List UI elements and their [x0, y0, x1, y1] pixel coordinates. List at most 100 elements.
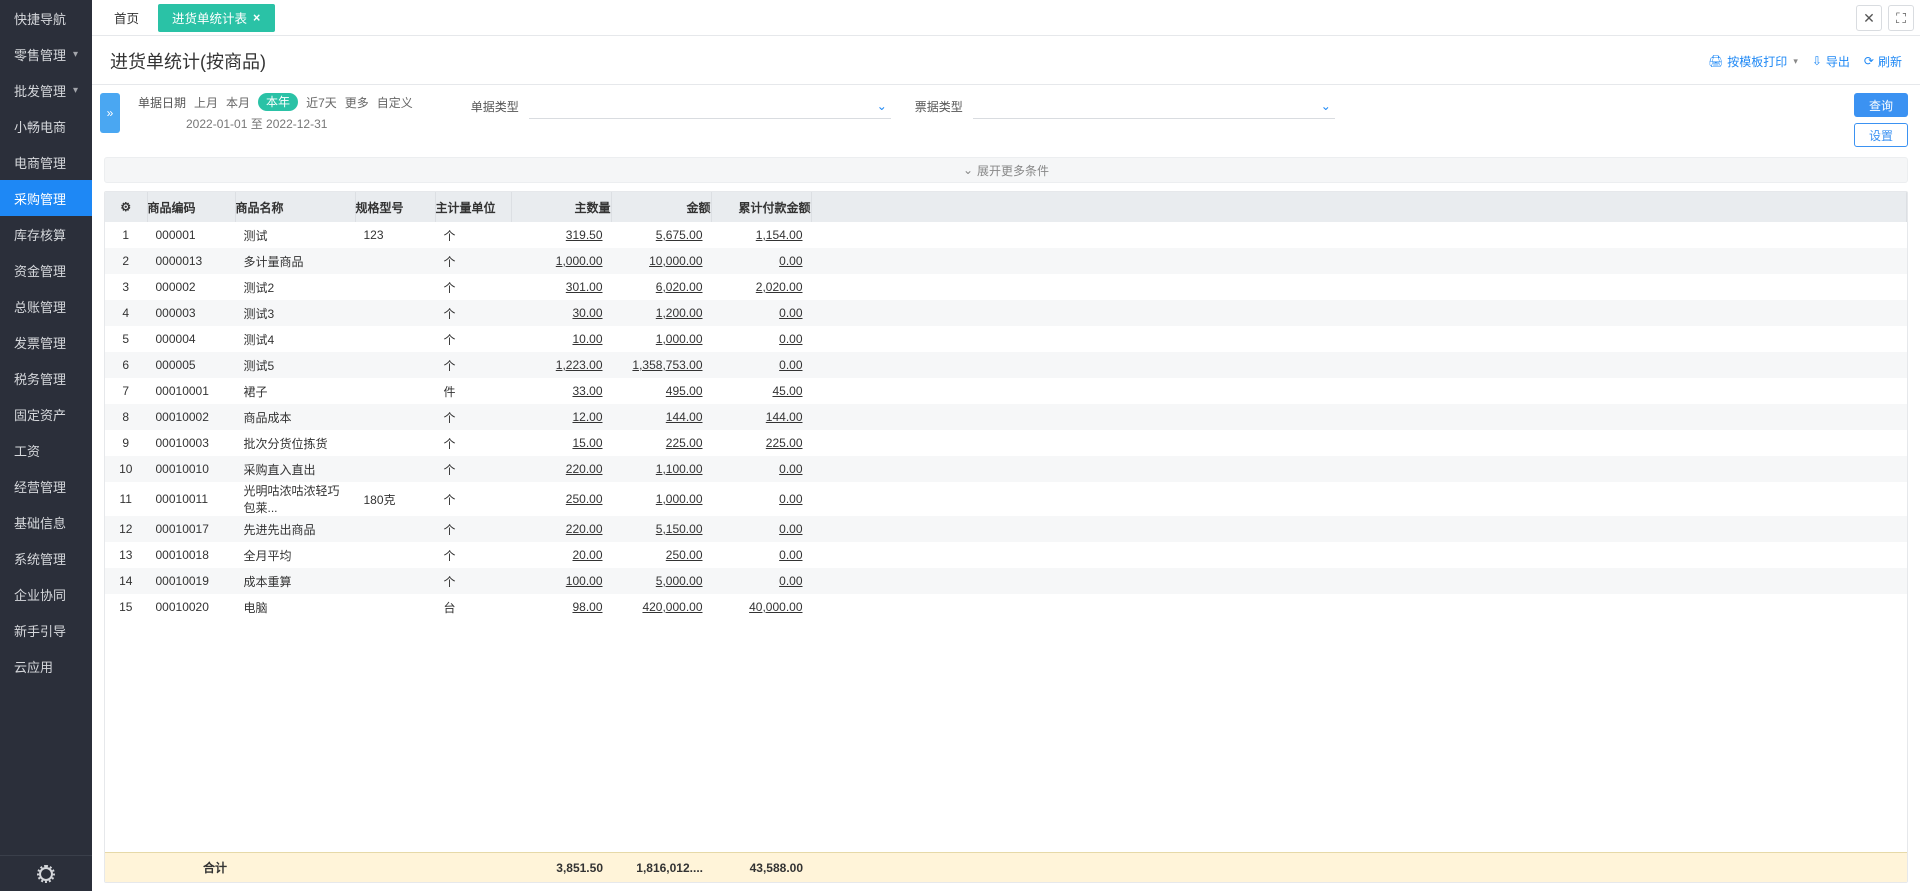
sidebar-item-17[interactable]: 新手引导	[0, 612, 92, 648]
col-header-qty[interactable]: 主数量	[511, 192, 611, 222]
table-row[interactable]: 1500010020电脑台98.00420,000.0040,000.00	[105, 594, 1907, 620]
col-header-pay[interactable]: 累计付款金额	[711, 192, 811, 222]
cell-amt[interactable]: 495.00	[666, 384, 703, 398]
cell-pay[interactable]: 0.00	[779, 522, 802, 536]
cell-qty[interactable]: 100.00	[566, 574, 603, 588]
cell-qty[interactable]: 20.00	[572, 548, 602, 562]
export-button[interactable]: ⇩ 导出	[1812, 53, 1850, 70]
cell-amt[interactable]: 5,000.00	[656, 574, 703, 588]
table-row[interactable]: 1000010010采购直入直出个220.001,100.000.00	[105, 456, 1907, 482]
cell-qty[interactable]: 30.00	[572, 306, 602, 320]
table-row[interactable]: 1000001测试123个319.505,675.001,154.00	[105, 222, 1907, 248]
query-button[interactable]: 查询	[1854, 93, 1908, 117]
sidebar-item-13[interactable]: 经营管理	[0, 468, 92, 504]
cell-amt[interactable]: 5,675.00	[656, 228, 703, 242]
sidebar-item-11[interactable]: 固定资产	[0, 396, 92, 432]
table-row[interactable]: 700010001裙子件33.00495.0045.00	[105, 378, 1907, 404]
sidebar-item-3[interactable]: 小畅电商	[0, 108, 92, 144]
cell-qty[interactable]: 98.00	[572, 600, 602, 614]
table-row[interactable]: 1300010018全月平均个20.00250.000.00	[105, 542, 1907, 568]
cell-amt[interactable]: 1,000.00	[656, 332, 703, 346]
date-range-chip-1[interactable]: 本月	[226, 94, 250, 111]
col-settings-header[interactable]: ⚙	[105, 192, 147, 222]
tab-0[interactable]: 首页	[100, 4, 154, 32]
cell-amt[interactable]: 5,150.00	[656, 522, 703, 536]
col-header-unit[interactable]: 主计量单位	[435, 192, 511, 222]
ticket-type-select[interactable]: ⌄	[973, 93, 1335, 119]
cell-pay[interactable]: 144.00	[766, 410, 803, 424]
table-row[interactable]: 6000005测试5个1,223.001,358,753.000.00	[105, 352, 1907, 378]
date-range-chip-4[interactable]: 更多	[345, 94, 369, 111]
sidebar-item-16[interactable]: 企业协同	[0, 576, 92, 612]
col-header-spec[interactable]: 规格型号	[355, 192, 435, 222]
sidebar-item-2[interactable]: 批发管理▾	[0, 72, 92, 108]
cell-qty[interactable]: 15.00	[572, 436, 602, 450]
cell-qty[interactable]: 301.00	[566, 280, 603, 294]
cell-qty[interactable]: 1,000.00	[556, 254, 603, 268]
sidebar-item-9[interactable]: 发票管理	[0, 324, 92, 360]
cell-pay[interactable]: 0.00	[779, 492, 802, 506]
table-row[interactable]: 900010003批次分货位拣货个15.00225.00225.00	[105, 430, 1907, 456]
date-range-chip-3[interactable]: 近7天	[306, 94, 337, 111]
cell-pay[interactable]: 0.00	[779, 548, 802, 562]
table-row[interactable]: 800010002商品成本个12.00144.00144.00	[105, 404, 1907, 430]
tab-1[interactable]: 进货单统计表×	[158, 4, 275, 32]
cell-qty[interactable]: 250.00	[566, 492, 603, 506]
filter-settings-button[interactable]: 设置	[1854, 123, 1908, 147]
sidebar-item-1[interactable]: 零售管理▾	[0, 36, 92, 72]
cell-pay[interactable]: 0.00	[779, 254, 802, 268]
sidebar-item-12[interactable]: 工资	[0, 432, 92, 468]
cell-amt[interactable]: 1,358,753.00	[632, 358, 702, 372]
cell-qty[interactable]: 12.00	[572, 410, 602, 424]
cell-qty[interactable]: 319.50	[566, 228, 603, 242]
cell-qty[interactable]: 10.00	[572, 332, 602, 346]
cell-pay[interactable]: 2,020.00	[756, 280, 803, 294]
cell-amt[interactable]: 250.00	[666, 548, 703, 562]
cell-amt[interactable]: 225.00	[666, 436, 703, 450]
cell-amt[interactable]: 420,000.00	[642, 600, 702, 614]
sidebar-item-14[interactable]: 基础信息	[0, 504, 92, 540]
col-header-name[interactable]: 商品名称	[235, 192, 355, 222]
cell-amt[interactable]: 1,000.00	[656, 492, 703, 506]
cell-qty[interactable]: 1,223.00	[556, 358, 603, 372]
col-header-amt[interactable]: 金额	[611, 192, 711, 222]
close-icon[interactable]: ×	[253, 11, 260, 25]
cell-pay[interactable]: 0.00	[779, 358, 802, 372]
cell-qty[interactable]: 220.00	[566, 462, 603, 476]
table-row[interactable]: 5000004测试4个10.001,000.000.00	[105, 326, 1907, 352]
cell-amt[interactable]: 144.00	[666, 410, 703, 424]
cell-qty[interactable]: 33.00	[572, 384, 602, 398]
sidebar-item-10[interactable]: 税务管理	[0, 360, 92, 396]
cell-amt[interactable]: 10,000.00	[649, 254, 702, 268]
table-row[interactable]: 3000002测试2个301.006,020.002,020.00	[105, 274, 1907, 300]
sidebar-item-18[interactable]: 云应用	[0, 648, 92, 684]
cell-qty[interactable]: 220.00	[566, 522, 603, 536]
sidebar-item-0[interactable]: 快捷导航	[0, 0, 92, 36]
bill-type-select[interactable]: ⌄	[529, 93, 891, 119]
cell-pay[interactable]: 45.00	[772, 384, 802, 398]
table-row[interactable]: 20000013多计量商品个1,000.0010,000.000.00	[105, 248, 1907, 274]
sidebar-item-6[interactable]: 库存核算	[0, 216, 92, 252]
cell-pay[interactable]: 0.00	[779, 574, 802, 588]
date-range-chip-5[interactable]: 自定义	[377, 94, 413, 111]
cell-pay[interactable]: 225.00	[766, 436, 803, 450]
sidebar-item-5[interactable]: 采购管理	[0, 180, 92, 216]
cell-pay[interactable]: 1,154.00	[756, 228, 803, 242]
fullscreen-button[interactable]: ⛶	[1888, 5, 1914, 31]
print-template-button[interactable]: 🖨 按模板打印 ▾	[1708, 53, 1798, 70]
sidebar-item-4[interactable]: 电商管理	[0, 144, 92, 180]
table-row[interactable]: 1100010011光明咕浓咕浓轻巧包莱...180克个250.001,000.…	[105, 482, 1907, 516]
sidebar-item-7[interactable]: 资金管理	[0, 252, 92, 288]
refresh-button[interactable]: ⟳ 刷新	[1864, 53, 1902, 70]
cell-pay[interactable]: 0.00	[779, 332, 802, 346]
col-header-code[interactable]: 商品编码	[147, 192, 235, 222]
collapse-filter-button[interactable]: »	[100, 93, 120, 133]
expand-filters-button[interactable]: ⌄ 展开更多条件	[104, 157, 1908, 183]
cell-amt[interactable]: 1,200.00	[656, 306, 703, 320]
sidebar-item-8[interactable]: 总账管理	[0, 288, 92, 324]
sidebar-item-15[interactable]: 系统管理	[0, 540, 92, 576]
cell-amt[interactable]: 1,100.00	[656, 462, 703, 476]
cell-pay[interactable]: 0.00	[779, 306, 802, 320]
cell-pay[interactable]: 40,000.00	[749, 600, 802, 614]
date-range-chip-2[interactable]: 本年	[258, 93, 298, 111]
